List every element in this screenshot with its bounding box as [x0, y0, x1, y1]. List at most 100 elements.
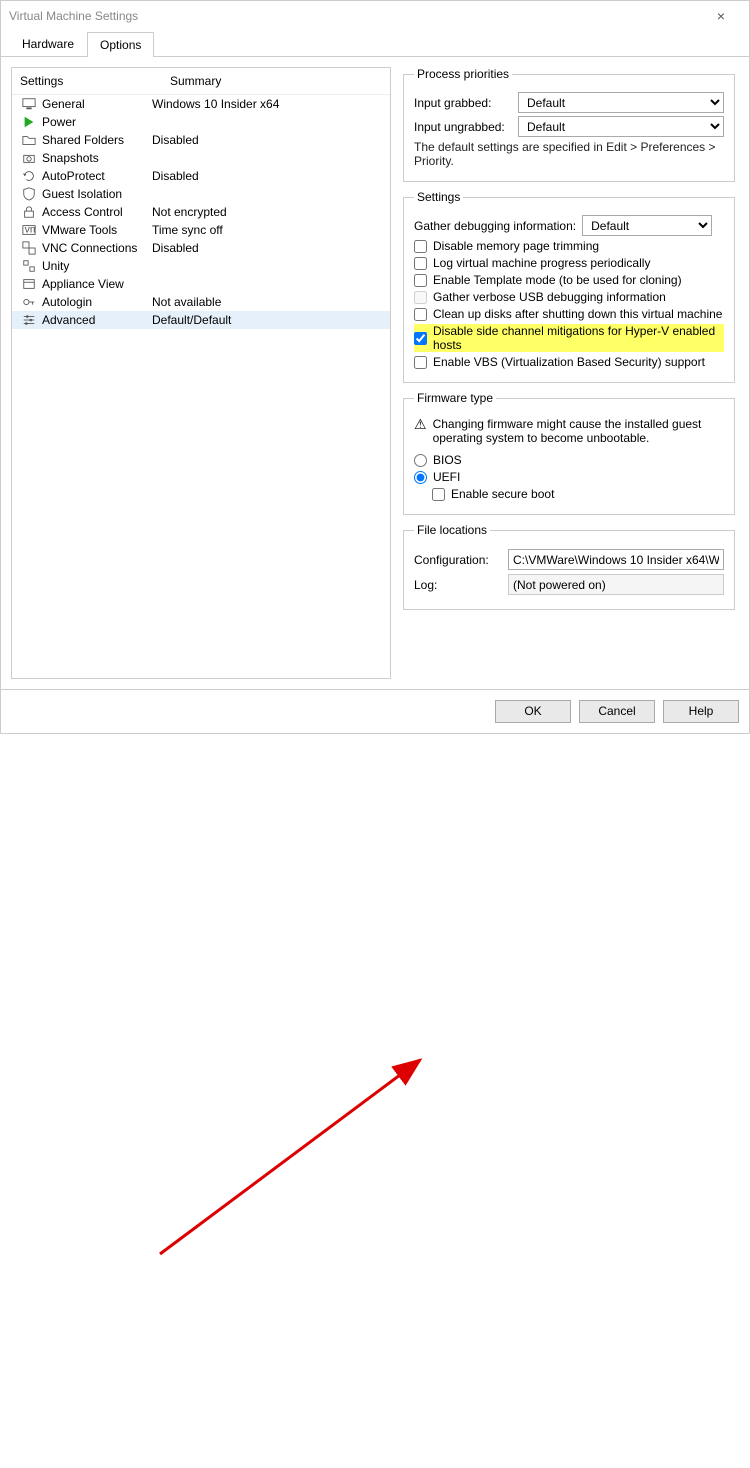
settings-list: Settings Summary General Windows 10 Insid… — [11, 67, 391, 679]
list-row-vmware-tools[interactable]: vm VMware Tools Time sync off — [12, 221, 390, 239]
row-summary: Time sync off — [152, 223, 382, 237]
row-summary: Disabled — [152, 133, 382, 147]
disable-mem-trim-checkbox[interactable] — [414, 240, 427, 253]
file-locations-legend: File locations — [414, 523, 490, 537]
row-label: General — [42, 97, 85, 111]
lock-icon — [20, 205, 38, 219]
row-summary: Not encrypted — [152, 205, 382, 219]
bios-radio[interactable] — [414, 454, 427, 467]
vnc-icon — [20, 241, 38, 255]
list-row-general[interactable]: General Windows 10 Insider x64 — [12, 95, 390, 113]
disable-mem-trim-label: Disable memory page trimming — [433, 239, 599, 253]
content-area: Settings Summary General Windows 10 Insid… — [1, 57, 749, 689]
config-path-field[interactable] — [508, 549, 724, 570]
row-label: VMware Tools — [42, 223, 117, 237]
list-row-shared-folders[interactable]: Shared Folders Disabled — [12, 131, 390, 149]
list-row-autologin[interactable]: AutologinNot available — [12, 293, 390, 311]
log-label: Log: — [414, 578, 502, 592]
list-row-appliance-view[interactable]: Appliance View — [12, 275, 390, 293]
titlebar: Virtual Machine Settings × — [1, 1, 749, 31]
row-label: Autologin — [42, 295, 92, 309]
key-icon — [20, 295, 38, 309]
header-summary: Summary — [170, 74, 221, 88]
list-row-power[interactable]: Power — [12, 113, 390, 131]
list-row-access-control[interactable]: Access Control Not encrypted — [12, 203, 390, 221]
annotation-arrow — [0, 734, 750, 1468]
input-ungrabbed-select[interactable]: Default — [518, 116, 724, 137]
row-summary: Default/Default — [152, 313, 382, 327]
row-label: AutoProtect — [42, 169, 105, 183]
disable-side-channel-checkbox[interactable] — [414, 332, 427, 345]
process-priorities-group: Process priorities Input grabbed: Defaul… — [403, 67, 735, 182]
bios-label: BIOS — [433, 453, 462, 467]
row-label: Access Control — [42, 205, 123, 219]
row-label: Unity — [42, 259, 69, 273]
uefi-label: UEFI — [433, 470, 460, 484]
warning-icon: ⚠ — [414, 417, 427, 431]
ok-button[interactable]: OK — [495, 700, 571, 723]
list-row-guest-isolation[interactable]: Guest Isolation — [12, 185, 390, 203]
row-label: Snapshots — [42, 151, 99, 165]
row-label: Appliance View — [42, 277, 124, 291]
header-settings: Settings — [20, 74, 170, 88]
settings-legend: Settings — [414, 190, 463, 204]
template-mode-checkbox[interactable] — [414, 274, 427, 287]
unity-icon — [20, 259, 38, 273]
gather-debug-label: Gather debugging information: — [414, 219, 576, 233]
enable-vbs-label: Enable VBS (Virtualization Based Securit… — [433, 355, 705, 369]
secure-boot-checkbox[interactable] — [432, 488, 445, 501]
input-ungrabbed-label: Input ungrabbed: — [414, 120, 512, 134]
row-summary: Disabled — [152, 241, 382, 255]
secure-boot-label: Enable secure boot — [451, 487, 554, 501]
play-icon — [20, 115, 38, 129]
help-button[interactable]: Help — [663, 700, 739, 723]
appliance-icon — [20, 277, 38, 291]
row-summary: Windows 10 Insider x64 — [152, 97, 382, 111]
firmware-legend: Firmware type — [414, 391, 496, 405]
row-label: Advanced — [42, 313, 95, 327]
firmware-group: Firmware type ⚠ Changing firmware might … — [403, 391, 735, 515]
template-mode-label: Enable Template mode (to be used for clo… — [433, 273, 682, 287]
list-row-autoprotect[interactable]: AutoProtect Disabled — [12, 167, 390, 185]
config-label: Configuration: — [414, 553, 502, 567]
cleanup-disks-label: Clean up disks after shutting down this … — [433, 307, 722, 321]
row-label: Guest Isolation — [42, 187, 122, 201]
uefi-radio[interactable] — [414, 471, 427, 484]
file-locations-group: File locations Configuration: Log: (Not … — [403, 523, 735, 610]
input-grabbed-select[interactable]: Default — [518, 92, 724, 113]
tabstrip: Hardware Options — [1, 31, 749, 57]
cancel-button[interactable]: Cancel — [579, 700, 655, 723]
list-row-vnc-connections[interactable]: VNC Connections Disabled — [12, 239, 390, 257]
close-button[interactable]: × — [701, 8, 741, 24]
log-progress-checkbox[interactable] — [414, 257, 427, 270]
cleanup-disks-checkbox[interactable] — [414, 308, 427, 321]
gather-debug-select[interactable]: Default — [582, 215, 712, 236]
svg-text:vm: vm — [25, 224, 36, 236]
settings-group: Settings Gather debugging information: D… — [403, 190, 735, 383]
list-row-advanced[interactable]: Advanced Default/Default — [12, 311, 390, 329]
row-label: Shared Folders — [42, 133, 124, 147]
row-label: Power — [42, 115, 76, 129]
list-header: Settings Summary — [12, 68, 390, 95]
camera-icon — [20, 151, 38, 165]
log-path-field: (Not powered on) — [508, 574, 724, 595]
disable-side-channel-label: Disable side channel mitigations for Hyp… — [433, 324, 724, 352]
priority-note: The default settings are specified in Ed… — [414, 140, 724, 168]
refresh-icon — [20, 169, 38, 183]
enable-vbs-checkbox[interactable] — [414, 356, 427, 369]
list-row-snapshots[interactable]: Snapshots — [12, 149, 390, 167]
row-label: VNC Connections — [42, 241, 137, 255]
folder-share-icon — [20, 133, 38, 147]
process-priorities-legend: Process priorities — [414, 67, 512, 81]
window-title: Virtual Machine Settings — [9, 9, 701, 23]
tab-options[interactable]: Options — [87, 32, 154, 57]
monitor-icon — [20, 97, 38, 111]
dialog-buttons: OK Cancel Help — [1, 689, 749, 733]
verbose-usb-checkbox — [414, 291, 427, 304]
row-summary: Disabled — [152, 169, 382, 183]
tab-hardware[interactable]: Hardware — [9, 31, 87, 56]
verbose-usb-label: Gather verbose USB debugging information — [433, 290, 666, 304]
right-pane: Process priorities Input grabbed: Defaul… — [403, 67, 739, 679]
list-row-unity[interactable]: Unity — [12, 257, 390, 275]
firmware-warning: Changing firmware might cause the instal… — [433, 417, 724, 445]
